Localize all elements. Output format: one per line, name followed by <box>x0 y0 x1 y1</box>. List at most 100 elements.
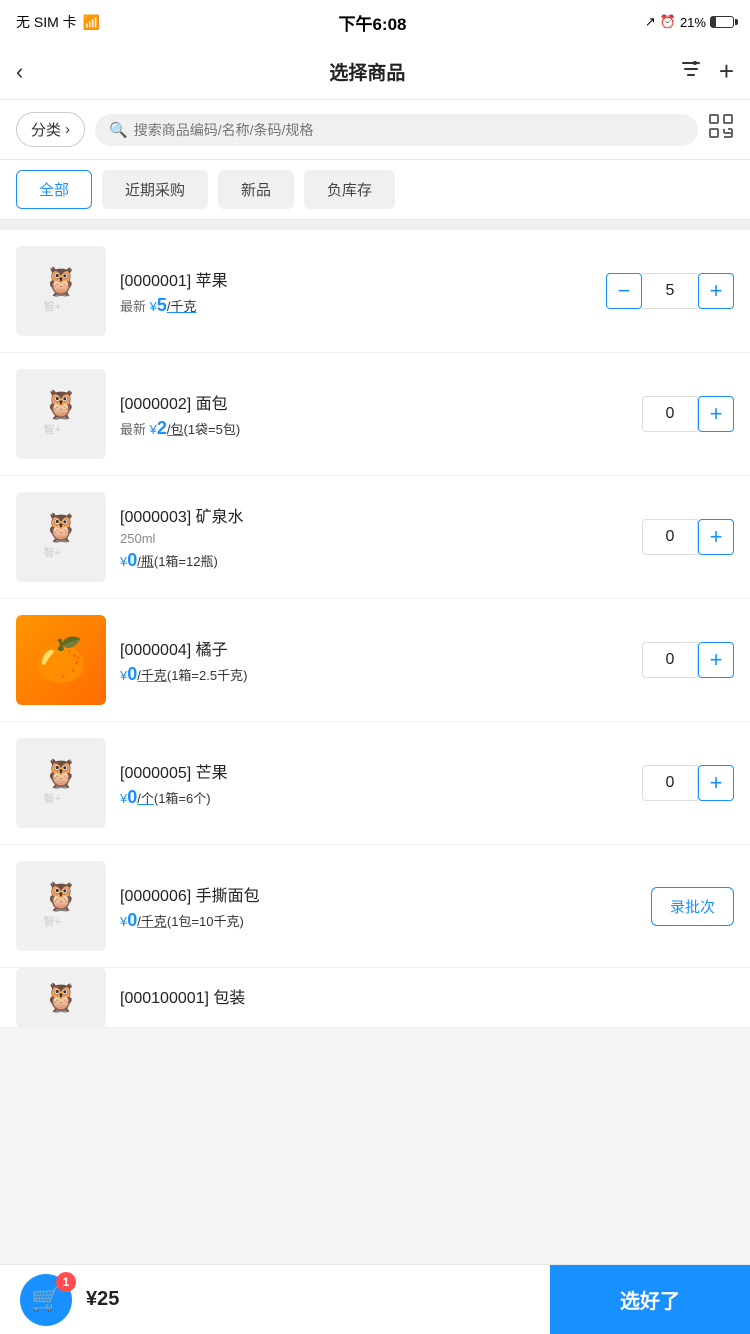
status-left: 无 SIM 卡 📶 <box>16 12 100 32</box>
search-input[interactable] <box>134 122 684 138</box>
quantity-input-4[interactable] <box>642 642 698 678</box>
quantity-input-1[interactable] <box>642 273 698 309</box>
add-icon[interactable]: + <box>719 56 734 87</box>
quantity-increase-5[interactable]: + <box>698 765 734 801</box>
tab-recent[interactable]: 近期采购 <box>102 170 208 209</box>
price-latest-label: 最新 <box>120 299 150 314</box>
tab-negative[interactable]: 负库存 <box>304 170 395 209</box>
currency-icon: ¥ <box>150 422 157 437</box>
tab-new[interactable]: 新品 <box>218 170 294 209</box>
table-row: 🦉 智+ [0000005] 芒果 ¥0/个(1箱=6个) + <box>0 722 750 845</box>
quantity-control-3: + <box>642 519 734 555</box>
product-name-7: [000100001] 包装 <box>120 984 734 1008</box>
quantity-control-5: + <box>642 765 734 801</box>
chevron-right-icon: › <box>65 121 70 138</box>
page-title: 选择商品 <box>56 58 679 85</box>
product-name-4: [0000004] 橘子 <box>120 636 628 660</box>
price-unit: /千克 <box>167 299 197 314</box>
category-label: 分类 <box>31 119 61 140</box>
cart-total: ¥25 <box>86 1288 119 1311</box>
alarm-icon: ⏰ <box>660 14 676 30</box>
product-spec-3: 250ml <box>120 531 628 546</box>
price-extra-unit: (1包=10千克) <box>167 914 244 929</box>
carrier-label: 无 SIM 卡 <box>16 12 77 32</box>
quantity-input-3[interactable] <box>642 519 698 555</box>
wifi-icon: 📶 <box>83 14 100 31</box>
product-image-1: 🦉 智+ <box>16 246 106 336</box>
quantity-input-5[interactable] <box>642 765 698 801</box>
quantity-increase-2[interactable]: + <box>698 396 734 432</box>
quantity-control-1: − + <box>606 273 734 309</box>
price-value: 0 <box>127 550 137 570</box>
section-divider <box>0 220 750 230</box>
price-unit: /千克 <box>137 668 167 683</box>
cart-badge: 1 <box>56 1272 76 1292</box>
price-extra-unit: (1箱=2.5千克) <box>167 668 248 683</box>
product-info-5: [0000005] 芒果 ¥0/个(1箱=6个) <box>120 759 628 808</box>
quantity-control-2: + <box>642 396 734 432</box>
quantity-input-2[interactable] <box>642 396 698 432</box>
product-price-5: ¥0/个(1箱=6个) <box>120 787 628 808</box>
search-bar: 分类 › 🔍 <box>0 100 750 160</box>
product-image-5: 🦉 智+ <box>16 738 106 828</box>
nav-actions: + <box>679 56 734 87</box>
product-image-4: 🍊 <box>16 615 106 705</box>
product-info-6: [0000006] 手撕面包 ¥0/千克(1包=10千克) <box>120 882 637 931</box>
product-price-2: 最新 ¥2/包(1袋=5包) <box>120 418 628 439</box>
product-info-1: [0000001] 苹果 最新 ¥5/千克 <box>120 267 592 316</box>
price-unit: /千克 <box>137 914 167 929</box>
cart-icon-wrap[interactable]: 🛒 1 <box>20 1274 72 1326</box>
placeholder-owl-icon: 🦉 <box>44 883 79 911</box>
price-unit: /个 <box>137 791 154 806</box>
quantity-control-4: + <box>642 642 734 678</box>
table-row: 🦉 智+ [0000006] 手撕面包 ¥0/千克(1包=10千克) 录批次 <box>0 845 750 968</box>
scan-icon[interactable] <box>708 113 734 146</box>
status-bar: 无 SIM 卡 📶 下午6:08 ↗ ⏰ 21% <box>0 0 750 44</box>
quantity-increase-4[interactable]: + <box>698 642 734 678</box>
product-name-1: [0000001] 苹果 <box>120 267 592 291</box>
product-price-4: ¥0/千克(1箱=2.5千克) <box>120 664 628 685</box>
price-unit: /包 <box>167 422 184 437</box>
placeholder-owl-icon: 🦉 <box>44 514 79 542</box>
price-extra-unit: (1箱=12瓶) <box>154 554 218 569</box>
product-price-3: ¥0/瓶(1箱=12瓶) <box>120 550 628 571</box>
placeholder-owl-icon: 🦉 <box>44 391 79 419</box>
quantity-decrease-1[interactable]: − <box>606 273 642 309</box>
status-time: 下午6:08 <box>338 10 406 35</box>
search-icon: 🔍 <box>109 121 128 139</box>
tab-all[interactable]: 全部 <box>16 170 92 209</box>
table-row: 🍊 [0000004] 橘子 ¥0/千克(1箱=2.5千克) + <box>0 599 750 722</box>
battery-label: 21% <box>680 15 706 30</box>
placeholder-owl-icon: 🦉 <box>44 760 79 788</box>
back-button[interactable]: ‹ <box>16 59 56 85</box>
table-row: 🦉 [000100001] 包装 <box>0 968 750 1028</box>
price-extra-unit: (1箱=6个) <box>154 791 211 806</box>
product-info-7: [000100001] 包装 <box>120 984 734 1012</box>
product-image-6: 🦉 智+ <box>16 861 106 951</box>
product-image-3: 🦉 智+ <box>16 492 106 582</box>
battery-icon <box>710 16 734 28</box>
batch-button-wrap-6: 录批次 <box>651 887 734 926</box>
product-name-6: [0000006] 手撕面包 <box>120 882 637 906</box>
cart-section: 🛒 1 ¥25 <box>0 1274 550 1326</box>
table-row: 🦉 智+ [0000002] 面包 最新 ¥2/包(1袋=5包) + <box>0 353 750 476</box>
filter-icon[interactable] <box>679 57 703 87</box>
quantity-increase-1[interactable]: + <box>698 273 734 309</box>
price-value: 5 <box>157 295 167 315</box>
confirm-button[interactable]: 选好了 <box>550 1265 750 1334</box>
product-name-2: [0000002] 面包 <box>120 390 628 414</box>
batch-button-6[interactable]: 录批次 <box>651 887 734 926</box>
price-value: 0 <box>127 664 137 684</box>
search-input-wrap: 🔍 <box>95 114 698 146</box>
product-name-3: [0000003] 矿泉水 <box>120 503 628 527</box>
price-value: 2 <box>157 418 167 438</box>
product-info-2: [0000002] 面包 最新 ¥2/包(1袋=5包) <box>120 390 628 439</box>
currency-icon: ¥ <box>150 299 157 314</box>
category-button[interactable]: 分类 › <box>16 112 85 147</box>
quantity-increase-3[interactable]: + <box>698 519 734 555</box>
product-name-5: [0000005] 芒果 <box>120 759 628 783</box>
cart-icon: 🛒 <box>31 1285 61 1314</box>
nav-bar: ‹ 选择商品 + <box>0 44 750 100</box>
price-extra-unit: (1袋=5包) <box>184 422 241 437</box>
product-price-1: 最新 ¥5/千克 <box>120 295 592 316</box>
